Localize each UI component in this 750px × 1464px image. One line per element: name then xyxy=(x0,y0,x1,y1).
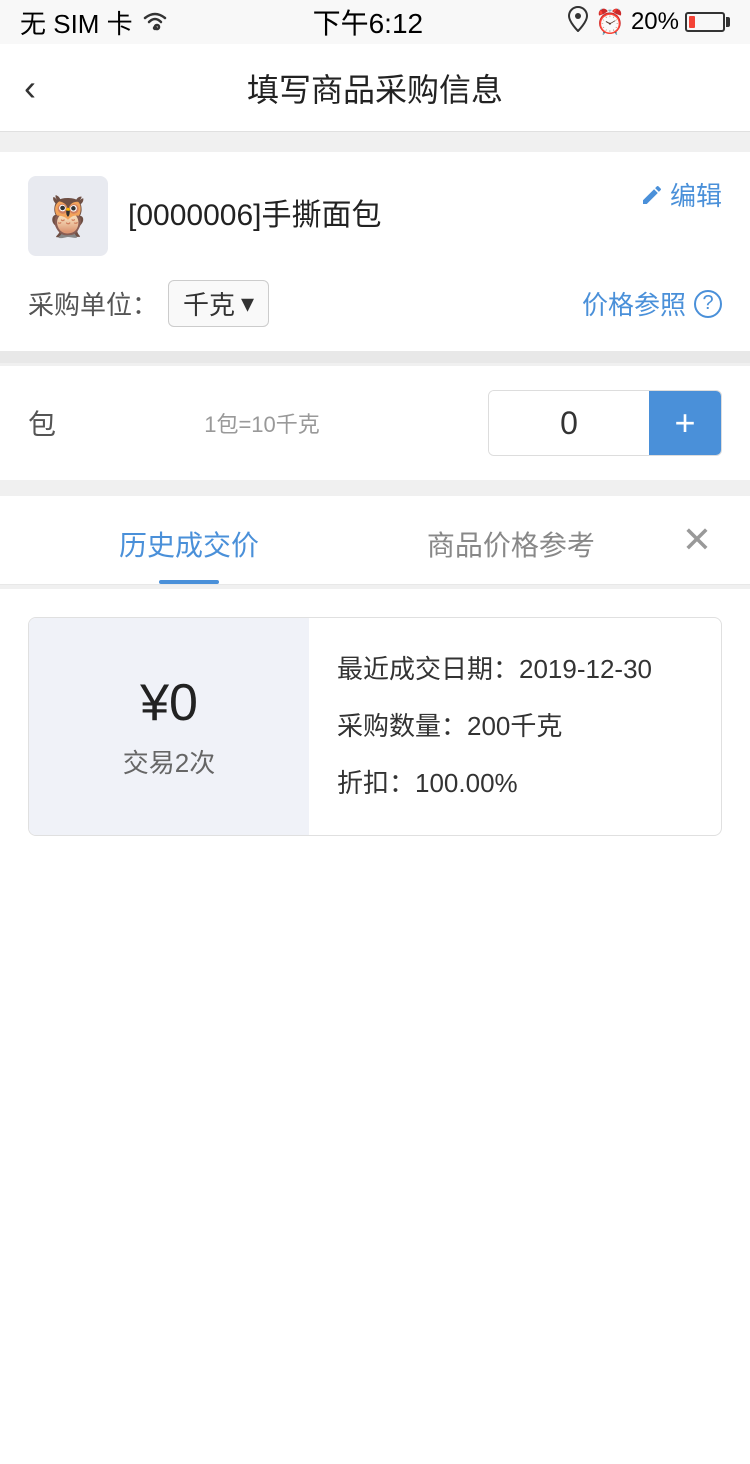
date-label: 最近成交日期： xyxy=(337,654,519,684)
tabs-row: 历史成交价 商品价格参考 ✕ xyxy=(0,496,750,585)
tab-history-label: 历史成交价 xyxy=(119,530,259,561)
status-right: ⏰ 20% xyxy=(567,6,730,39)
tab-close-button[interactable]: ✕ xyxy=(672,509,722,571)
unit-value: 千克 xyxy=(183,285,235,322)
wifi-icon xyxy=(141,7,169,38)
history-discount-row: 折扣：100.00% xyxy=(337,764,693,803)
date-value: 2019-12-30 xyxy=(519,654,652,684)
page-title: 填写商品采购信息 xyxy=(247,65,503,111)
package-label: 包 xyxy=(28,403,196,443)
help-icon: ? xyxy=(694,290,722,318)
status-bar: 无 SIM 卡 下午6:12 ⏰ 20% xyxy=(0,0,750,44)
nav-bar: ‹ 填写商品采购信息 xyxy=(0,44,750,132)
history-price: ¥0 xyxy=(140,673,198,733)
battery-text: 20% xyxy=(631,8,679,36)
history-card: ¥0 交易2次 最近成交日期：2019-12-30 采购数量：200千克 折扣：… xyxy=(28,617,722,836)
product-thumbnail: 🦉 xyxy=(28,176,108,256)
main-content-area xyxy=(0,864,750,1464)
tab-history-price[interactable]: 历史成交价 xyxy=(28,496,350,584)
product-footer: 采购单位： 千克 ▾ 价格参照 ? xyxy=(28,280,722,327)
price-ref-label: 价格参照 xyxy=(582,285,686,322)
price-value: 0 xyxy=(169,674,198,732)
tab-product-label: 商品价格参考 xyxy=(427,530,595,561)
history-price-column: ¥0 交易2次 xyxy=(29,618,309,835)
product-image-placeholder: 🦉 xyxy=(43,193,93,240)
quantity-input-wrap: + xyxy=(488,390,722,456)
package-hint: 1包=10千克 xyxy=(204,407,320,439)
product-card: 🦉 [0000006]手撕面包 编辑 采购单位： 千克 ▾ 价格参照 ? xyxy=(0,152,750,351)
product-name: [0000006]手撕面包 xyxy=(128,199,381,232)
status-time: 下午6:12 xyxy=(313,2,424,42)
qty-label: 采购数量： xyxy=(337,711,467,741)
edit-label: 编辑 xyxy=(670,176,722,213)
history-date-row: 最近成交日期：2019-12-30 xyxy=(337,650,693,689)
quantity-input[interactable] xyxy=(489,391,649,455)
product-id: [0000006] xyxy=(128,199,261,232)
unit-label: 采购单位： xyxy=(28,285,158,322)
unit-row: 采购单位： 千克 ▾ xyxy=(28,280,269,327)
quantity-plus-button[interactable]: + xyxy=(649,391,721,455)
alarm-icon: ⏰ xyxy=(595,8,625,37)
quantity-row: 包 1包=10千克 + xyxy=(0,365,750,480)
discount-label: 折扣： xyxy=(337,768,415,798)
trade-count: 交易2次 xyxy=(123,743,215,780)
history-detail-column: 最近成交日期：2019-12-30 采购数量：200千克 折扣：100.00% xyxy=(309,618,721,835)
battery-icon xyxy=(685,12,730,32)
unit-select[interactable]: 千克 ▾ xyxy=(168,280,269,327)
status-left: 无 SIM 卡 xyxy=(20,4,169,41)
back-button[interactable]: ‹ xyxy=(24,67,36,109)
carrier-text: 无 SIM 卡 xyxy=(20,4,133,41)
currency-symbol: ¥ xyxy=(140,674,169,732)
product-info: 🦉 [0000006]手撕面包 xyxy=(28,176,381,256)
location-icon xyxy=(567,6,589,39)
product-header: 🦉 [0000006]手撕面包 编辑 xyxy=(28,176,722,256)
history-qty-row: 采购数量：200千克 xyxy=(337,707,693,746)
product-name-text: 手撕面包 xyxy=(261,199,381,232)
discount-value: 100.00% xyxy=(415,768,518,798)
edit-icon xyxy=(640,183,664,207)
edit-button[interactable]: 编辑 xyxy=(640,176,722,213)
section-divider xyxy=(0,351,750,363)
price-reference-button[interactable]: 价格参照 ? xyxy=(582,285,722,322)
qty-value: 200千克 xyxy=(467,711,562,741)
chevron-down-icon: ▾ xyxy=(241,288,254,319)
tab-product-price[interactable]: 商品价格参考 xyxy=(350,496,672,584)
history-section: ¥0 交易2次 最近成交日期：2019-12-30 采购数量：200千克 折扣：… xyxy=(0,589,750,864)
